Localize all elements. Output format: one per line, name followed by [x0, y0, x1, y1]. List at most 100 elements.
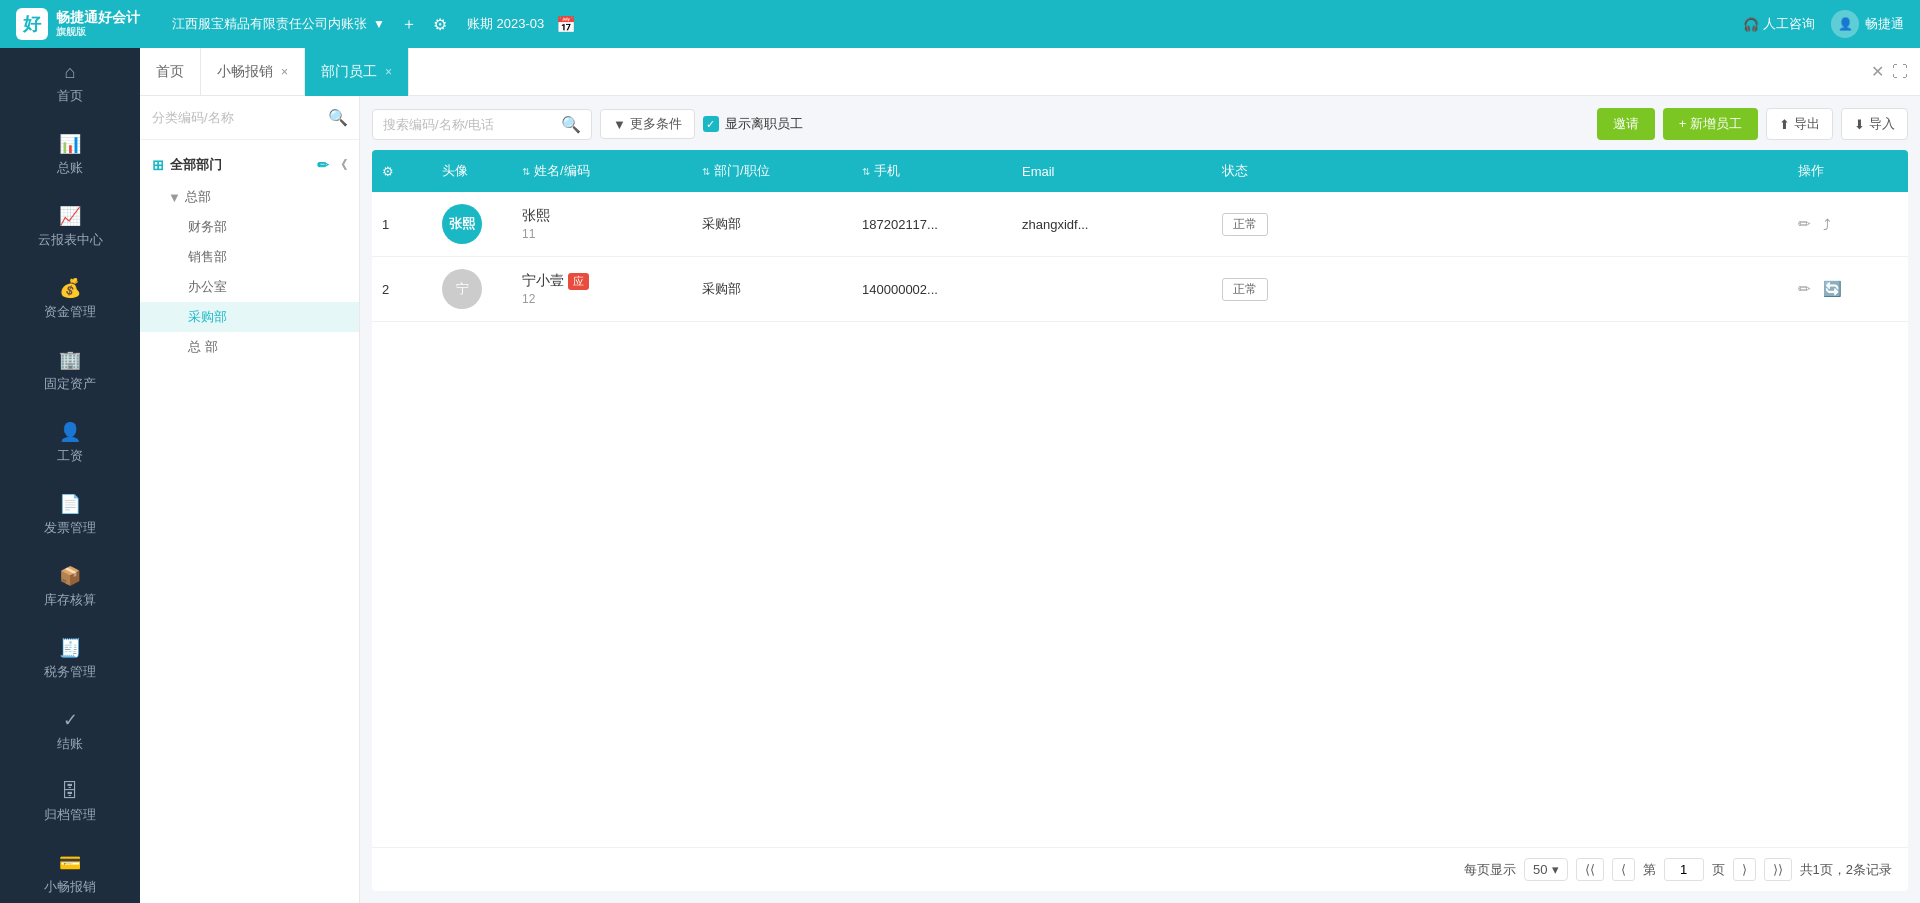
dept-node-label: 总部 — [185, 188, 211, 206]
expense-icon: 💳 — [59, 852, 81, 874]
sidebar-item-label: 归档管理 — [44, 806, 96, 824]
dept-caiwu-label: 财务部 — [188, 218, 227, 236]
page-size-chevron: ▾ — [1552, 862, 1559, 877]
search-icon: 🔍 — [561, 115, 581, 134]
logo-icon: 好 — [16, 8, 48, 40]
tab-expense-close-icon[interactable]: × — [281, 65, 288, 79]
logout-icon-1[interactable]: ⤴ — [1823, 216, 1831, 233]
th-action: 操作 — [1788, 150, 1908, 192]
td-index-2: 2 — [372, 270, 432, 309]
sidebar-item-asset[interactable]: 🏢 固定资产 — [0, 335, 140, 407]
th-email: Email — [1012, 150, 1212, 192]
sidebar-item-report[interactable]: 📈 云报表中心 — [0, 191, 140, 263]
td-status-2: 正常 — [1212, 266, 1788, 313]
td-action-1: ✏ ⤴ — [1788, 203, 1908, 245]
tab-home[interactable]: 首页 — [140, 48, 201, 96]
sidebar-item-home[interactable]: ⌂ 首页 — [0, 48, 140, 119]
delete-icon-2[interactable]: 🔄 — [1823, 280, 1842, 298]
tab-close-window-button[interactable]: ✕ — [1871, 62, 1884, 81]
employee-code-1: 11 — [522, 227, 550, 241]
td-phone-1: 187202117... — [852, 205, 1012, 244]
sidebar-item-invoice[interactable]: 📄 发票管理 — [0, 479, 140, 551]
import-button[interactable]: ⬇ 导入 — [1841, 108, 1908, 140]
service-button[interactable]: 🎧 人工咨询 — [1743, 15, 1815, 33]
tab-fullscreen-button[interactable]: ⛶ — [1892, 63, 1908, 81]
sidebar-item-expense[interactable]: 💳 小畅报销 — [0, 838, 140, 903]
add-employee-button[interactable]: + 新增员工 — [1663, 108, 1758, 140]
inventory-icon: 📦 — [59, 565, 81, 587]
tab-expense[interactable]: 小畅报销 × — [201, 48, 305, 96]
page-size-select[interactable]: 50 ▾ — [1524, 858, 1567, 881]
td-status-1: 正常 — [1212, 201, 1788, 248]
page-next-button[interactable]: ⟩ — [1733, 858, 1756, 881]
tab-dept[interactable]: 部门员工 × — [305, 48, 409, 96]
page-size-label: 每页显示 — [1464, 861, 1516, 879]
sidebar-item-close[interactable]: ✓ 结账 — [0, 695, 140, 767]
td-email-1: zhangxidf... — [1012, 205, 1212, 244]
action-icons-2: ✏ 🔄 — [1798, 280, 1842, 298]
edit-icon-2[interactable]: ✏ — [1798, 280, 1811, 298]
dept-all-item[interactable]: ⊞ 全部部门 ✏ 《 — [140, 148, 359, 182]
dept-edit-icon[interactable]: ✏ — [317, 157, 329, 173]
company-selector[interactable]: 江西服宝精品有限责任公司内账张 ▼ — [172, 15, 385, 33]
calendar-icon[interactable]: 📅 — [552, 11, 580, 38]
dept-search-input[interactable] — [152, 110, 320, 125]
left-panel: 🔍 ⊞ 全部部门 ✏ 《 ▼ 总部 财务部 — [140, 96, 360, 903]
dept-node-bangong[interactable]: 办公室 — [140, 272, 359, 302]
dept-node-caigou[interactable]: 采购部 — [140, 302, 359, 332]
th-dept[interactable]: ⇅ 部门/职位 — [692, 150, 852, 192]
sidebar-item-tax[interactable]: 🧾 税务管理 — [0, 623, 140, 695]
action-icons-1: ✏ ⤴ — [1798, 215, 1831, 233]
sidebar-item-label: 固定资产 — [44, 375, 96, 393]
collapse-icon[interactable]: 《 — [335, 157, 347, 174]
dept-node-caiwu[interactable]: 财务部 — [140, 212, 359, 242]
edit-icon-1[interactable]: ✏ — [1798, 215, 1811, 233]
dept-node-xiaoshou[interactable]: 销售部 — [140, 242, 359, 272]
sort-dept-icon: ⇅ — [702, 166, 710, 177]
th-phone[interactable]: ⇅ 手机 — [852, 150, 1012, 192]
sidebar-item-payroll[interactable]: 👤 工资 — [0, 407, 140, 479]
logo-text: 畅捷通好会计 旗舰版 — [56, 9, 140, 40]
td-phone-2: 140000002... — [852, 270, 1012, 309]
fund-icon: 💰 — [59, 277, 81, 299]
more-filter-button[interactable]: ▼ 更多条件 — [600, 109, 695, 139]
sidebar-item-ledger[interactable]: 📊 总账 — [0, 119, 140, 191]
dept-tree: ⊞ 全部部门 ✏ 《 ▼ 总部 财务部 销售部 — [140, 140, 359, 903]
dept-zongbu2-label: 总 部 — [188, 338, 218, 356]
sidebar-item-fund[interactable]: 💰 资金管理 — [0, 263, 140, 335]
employee-code-2: 12 — [522, 292, 589, 306]
page-label: 页 — [1712, 861, 1725, 879]
dept-search-icon[interactable]: 🔍 — [328, 108, 348, 127]
th-status-label: 状态 — [1222, 162, 1248, 180]
dept-node-zongbu[interactable]: ▼ 总部 — [140, 182, 359, 212]
sidebar-item-label: 结账 — [57, 735, 83, 753]
th-index: ⚙ — [372, 150, 432, 192]
th-name[interactable]: ⇅ 姓名/编码 — [512, 150, 692, 192]
page-number-input[interactable] — [1664, 858, 1704, 881]
th-phone-label: 手机 — [874, 162, 900, 180]
export-button[interactable]: ⬆ 导出 — [1766, 108, 1833, 140]
sidebar-item-inventory[interactable]: 📦 库存核算 — [0, 551, 140, 623]
settings-col-icon[interactable]: ⚙ — [382, 164, 394, 179]
sort-phone-icon: ⇅ — [862, 166, 870, 177]
employee-search-wrap: 🔍 — [372, 109, 592, 140]
employee-search-input[interactable] — [383, 117, 555, 132]
page-content: 🔍 ⊞ 全部部门 ✏ 《 ▼ 总部 财务部 — [140, 96, 1920, 903]
dept-node-zongbu2[interactable]: 总 部 — [140, 332, 359, 362]
sidebar-item-label: 云报表中心 — [38, 231, 103, 249]
th-email-label: Email — [1022, 164, 1055, 179]
table-row: 2 宁 宁小壹 应 12 — [372, 257, 1908, 322]
show-resigned-toggle[interactable]: ✓ 显示离职员工 — [703, 115, 803, 133]
page-last-button[interactable]: ⟩⟩ — [1764, 858, 1792, 881]
page-prev-button[interactable]: ⟨ — [1612, 858, 1635, 881]
import-icon: ⬇ — [1854, 117, 1865, 132]
invite-button[interactable]: 邀请 — [1597, 108, 1655, 140]
page-first-button[interactable]: ⟨⟨ — [1576, 858, 1604, 881]
resigned-checkbox: ✓ — [703, 116, 719, 132]
tab-dept-close-icon[interactable]: × — [385, 65, 392, 79]
table-header: ⚙ 头像 ⇅ 姓名/编码 ⇅ 部门/职位 — [372, 150, 1908, 192]
settings-icon[interactable]: ⚙ — [429, 11, 451, 38]
add-button[interactable]: ＋ — [397, 10, 421, 39]
sidebar-item-archive[interactable]: 🗄 归档管理 — [0, 767, 140, 838]
th-name-label: 姓名/编码 — [534, 162, 590, 180]
